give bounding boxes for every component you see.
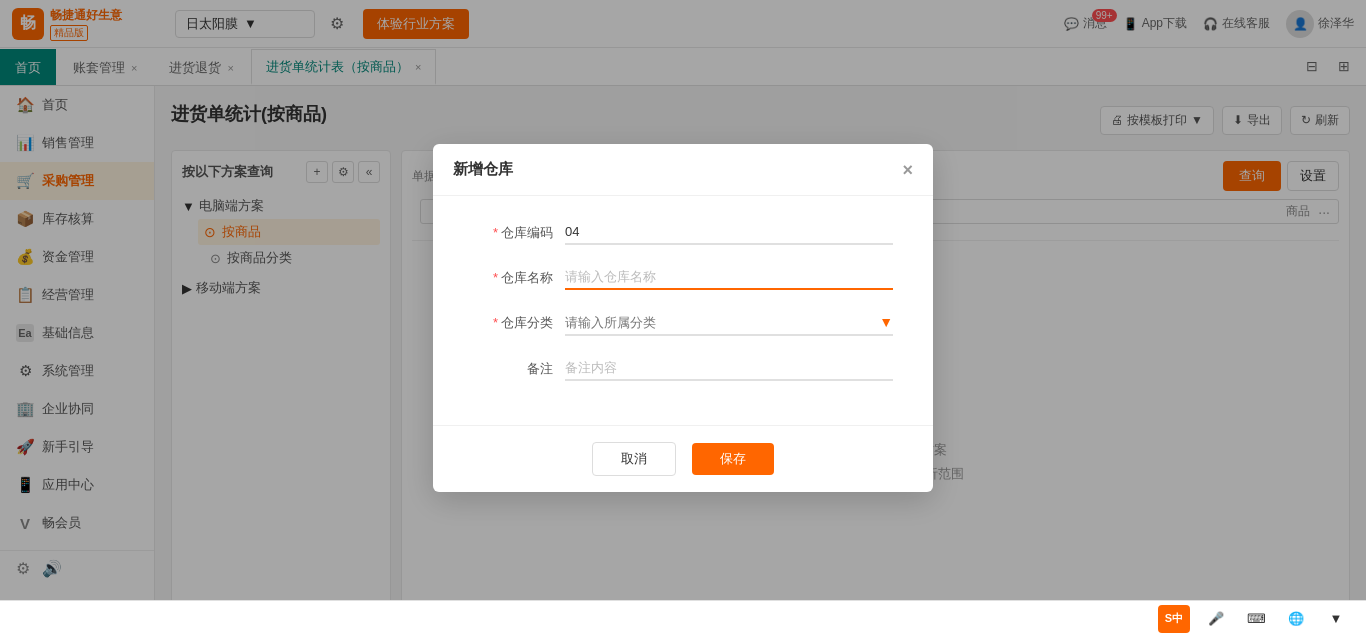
status-bar: S中 🎤 ⌨ 🌐 ▼ [0, 600, 1366, 636]
status-mic-icon[interactable]: 🎤 [1202, 605, 1230, 633]
field-code-label: 仓库编码 [473, 224, 553, 242]
field-name: 仓库名称 [473, 265, 893, 290]
modal-header: 新增仓库 × [433, 144, 933, 196]
modal-new-warehouse: 新增仓库 × 仓库编码 仓库名称 仓库分类 ▼ [433, 144, 933, 492]
status-keyboard-icon[interactable]: ⌨ [1242, 605, 1270, 633]
field-note-label: 备注 [473, 360, 553, 378]
modal-save-button[interactable]: 保存 [692, 443, 774, 475]
modal-overlay[interactable]: 新增仓库 × 仓库编码 仓库名称 仓库分类 ▼ [0, 0, 1366, 636]
modal-footer: 取消 保存 [433, 425, 933, 492]
category-dropdown-icon: ▼ [879, 314, 893, 330]
field-category-select[interactable]: ▼ [565, 310, 893, 336]
field-category-label: 仓库分类 [473, 314, 553, 332]
field-category: 仓库分类 ▼ [473, 310, 893, 336]
field-name-input[interactable] [565, 265, 893, 290]
modal-cancel-button[interactable]: 取消 [592, 442, 676, 476]
field-name-label: 仓库名称 [473, 269, 553, 287]
field-category-input[interactable] [565, 315, 879, 330]
status-s-icon[interactable]: S中 [1158, 605, 1190, 633]
modal-body: 仓库编码 仓库名称 仓库分类 ▼ 备注 [433, 196, 933, 425]
field-code: 仓库编码 [473, 220, 893, 245]
field-note-input[interactable] [565, 356, 893, 381]
status-chevron-icon[interactable]: ▼ [1322, 605, 1350, 633]
modal-title: 新增仓库 [453, 160, 513, 179]
field-note: 备注 [473, 356, 893, 381]
modal-close-icon[interactable]: × [902, 161, 913, 179]
status-globe-icon[interactable]: 🌐 [1282, 605, 1310, 633]
field-code-input[interactable] [565, 220, 893, 245]
